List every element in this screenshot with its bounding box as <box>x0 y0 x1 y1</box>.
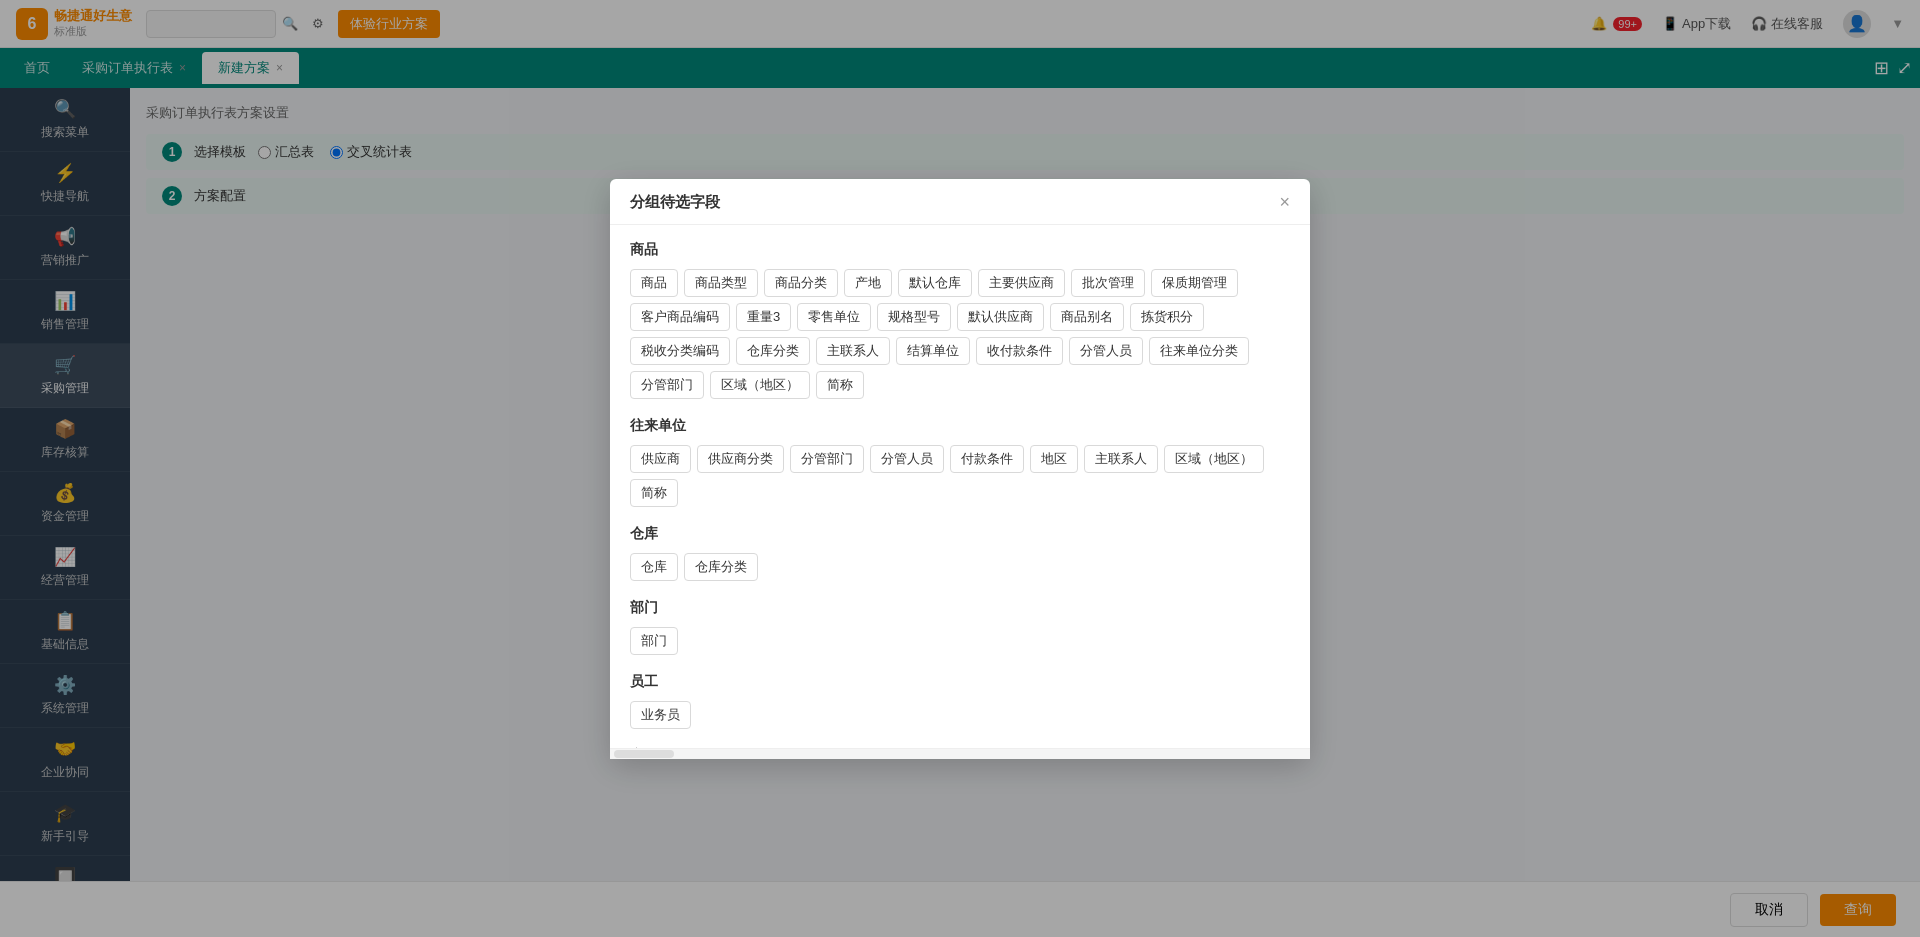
field-tag[interactable]: 商品类型 <box>684 269 758 297</box>
modal-title: 分组待选字段 <box>630 193 720 212</box>
field-tag[interactable]: 供应商分类 <box>697 445 784 473</box>
field-tag[interactable]: 零售单位 <box>797 303 871 331</box>
field-tags-partner: 供应商 供应商分类 分管部门 分管人员 付款条件 地区 主联系人 区域（地区） … <box>630 445 1290 507</box>
field-tag[interactable]: 业务员 <box>630 701 691 729</box>
field-group-warehouse-title: 仓库 <box>630 525 1290 543</box>
field-group-employee-title: 员工 <box>630 673 1290 691</box>
field-tag[interactable]: 供应商 <box>630 445 691 473</box>
field-tag[interactable]: 规格型号 <box>877 303 951 331</box>
field-tag[interactable]: 地区 <box>1030 445 1078 473</box>
field-group-department: 部门 部门 <box>630 599 1290 655</box>
field-tag[interactable]: 部门 <box>630 627 678 655</box>
field-tag[interactable]: 商品分类 <box>764 269 838 297</box>
field-tag[interactable]: 分管部门 <box>790 445 864 473</box>
field-tag[interactable]: 付款条件 <box>950 445 1024 473</box>
field-tag[interactable]: 仓库 <box>630 553 678 581</box>
field-tag[interactable]: 区域（地区） <box>1164 445 1264 473</box>
field-tag[interactable]: 收付款条件 <box>976 337 1063 365</box>
field-tag[interactable]: 拣货积分 <box>1130 303 1204 331</box>
field-tag[interactable]: 主要供应商 <box>978 269 1065 297</box>
field-tag[interactable]: 批次管理 <box>1071 269 1145 297</box>
field-tag[interactable]: 默认供应商 <box>957 303 1044 331</box>
field-tag[interactable]: 税收分类编码 <box>630 337 730 365</box>
field-tag[interactable]: 往来单位分类 <box>1149 337 1249 365</box>
modal-horizontal-scrollbar[interactable] <box>610 748 1310 758</box>
field-tags-goods: 商品 商品类型 商品分类 产地 默认仓库 主要供应商 批次管理 保质期管理 客户… <box>630 269 1290 399</box>
field-tag[interactable]: 保质期管理 <box>1151 269 1238 297</box>
field-tag[interactable]: 仓库分类 <box>736 337 810 365</box>
field-tag[interactable]: 商品别名 <box>1050 303 1124 331</box>
field-tag[interactable]: 简称 <box>816 371 864 399</box>
modal-dialog: 分组待选字段 × 商品 商品 商品类型 商品分类 产地 默认仓库 主要供应商 批… <box>610 179 1310 759</box>
field-group-partner-title: 往来单位 <box>630 417 1290 435</box>
field-tag[interactable]: 仓库分类 <box>684 553 758 581</box>
field-tag[interactable]: 产地 <box>844 269 892 297</box>
field-tag[interactable]: 重量3 <box>736 303 791 331</box>
field-group-department-title: 部门 <box>630 599 1290 617</box>
modal-overlay: 分组待选字段 × 商品 商品 商品类型 商品分类 产地 默认仓库 主要供应商 批… <box>0 0 1920 937</box>
field-tag[interactable]: 结算单位 <box>896 337 970 365</box>
field-tag[interactable]: 主联系人 <box>1084 445 1158 473</box>
field-tag[interactable]: 商品 <box>630 269 678 297</box>
field-tag[interactable]: 分管部门 <box>630 371 704 399</box>
field-tag[interactable]: 客户商品编码 <box>630 303 730 331</box>
field-group-employee: 员工 业务员 <box>630 673 1290 729</box>
field-group-partner: 往来单位 供应商 供应商分类 分管部门 分管人员 付款条件 地区 主联系人 区域… <box>630 417 1290 507</box>
field-group-goods: 商品 商品 商品类型 商品分类 产地 默认仓库 主要供应商 批次管理 保质期管理… <box>630 241 1290 399</box>
field-tags-employee: 业务员 <box>630 701 1290 729</box>
field-tag[interactable]: 区域（地区） <box>710 371 810 399</box>
scrollbar-thumb <box>614 750 674 758</box>
field-tag[interactable]: 分管人员 <box>870 445 944 473</box>
modal-body: 商品 商品 商品类型 商品分类 产地 默认仓库 主要供应商 批次管理 保质期管理… <box>610 225 1310 749</box>
field-tag[interactable]: 简称 <box>630 479 678 507</box>
field-group-warehouse: 仓库 仓库 仓库分类 <box>630 525 1290 581</box>
field-tag[interactable]: 默认仓库 <box>898 269 972 297</box>
field-tags-warehouse: 仓库 仓库分类 <box>630 553 1290 581</box>
field-tag[interactable]: 主联系人 <box>816 337 890 365</box>
field-tag[interactable]: 分管人员 <box>1069 337 1143 365</box>
modal-header: 分组待选字段 × <box>610 179 1310 225</box>
field-tags-department: 部门 <box>630 627 1290 655</box>
field-group-goods-title: 商品 <box>630 241 1290 259</box>
modal-close-button[interactable]: × <box>1279 193 1290 211</box>
